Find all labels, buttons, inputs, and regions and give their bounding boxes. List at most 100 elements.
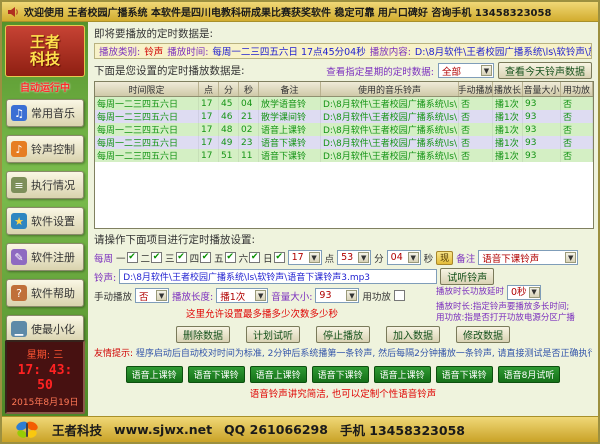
volume-select[interactable]: 93 ▼	[315, 288, 359, 303]
bell-icon: ♪	[11, 141, 27, 157]
day-checkbox[interactable]: ✔	[200, 252, 211, 263]
day-label: 二	[141, 251, 151, 265]
sidebar-item-software-settings[interactable]: ★ 软件设置	[6, 207, 84, 235]
table-header: 时间限定 点 分 秒 备注 使用的音乐铃声 手动播放 播放长 音量大小 用功放	[95, 82, 593, 97]
upcoming-heading: 即将要播放的定时数据是:	[94, 26, 592, 41]
delay-select[interactable]: 0秒▼	[507, 285, 541, 300]
quick-ring-button[interactable]: 语音上课铃	[374, 366, 431, 383]
plan-audition-button[interactable]: 计划试听	[246, 326, 300, 343]
cell-volume: 93	[523, 123, 561, 136]
second-select[interactable]: 04▼	[387, 250, 421, 265]
quick-ring-button[interactable]: 语音上课铃	[126, 366, 183, 383]
quick-ring-button[interactable]: 语音8月试听	[498, 366, 561, 383]
col-amp: 用功放	[561, 82, 593, 96]
logo-line2: 科技	[30, 51, 60, 68]
cell-manual: 否	[459, 149, 493, 162]
quick-ring-button[interactable]: 语音上课铃	[250, 366, 307, 383]
table-row[interactable]: 每周一二三四五六日 17 48 02 语音上课铃 D:\8月软件\王者校园广播系…	[95, 123, 593, 136]
cell-manual: 否	[459, 123, 493, 136]
chevron-down-icon: ▼	[529, 287, 540, 298]
cell-amp: 否	[561, 136, 593, 149]
ring-path-input[interactable]	[119, 269, 437, 284]
sidebar-item-label: 执行情况	[31, 177, 75, 193]
table-header-row: 下面是您设置的定时播放数据是: 查看指定星期的定时数据: 全部 ▼ 查看今天铃声…	[94, 62, 592, 79]
cell-minute: 49	[219, 136, 239, 149]
col-second: 秒	[239, 82, 259, 96]
amp-label: 用功放	[362, 289, 391, 303]
table-row[interactable]: 每周一二三四五六日 17 45 04 放学语音铃 D:\8月软件\王者校园广播系…	[95, 97, 593, 110]
length-select[interactable]: 播1次▼	[216, 288, 268, 303]
cell-minute: 45	[219, 97, 239, 110]
day-checkbox[interactable]: ✔	[151, 252, 162, 263]
sidebar-item-minimize[interactable]: ▁ 使最小化	[6, 315, 84, 343]
day-checkbox[interactable]: ✔	[176, 252, 187, 263]
day-group: 日✔	[263, 251, 285, 265]
table-row[interactable]: 每周一二三四五六日 17 46 21 散学课间铃 D:\8月软件\王者校园广播系…	[95, 110, 593, 123]
table-row[interactable]: 每周一二三四五六日 17 49 23 语音下课铃 D:\8月软件\王者校园广播系…	[95, 136, 593, 149]
sidebar-item-label: 软件设置	[31, 213, 75, 229]
cell-hour: 17	[199, 149, 219, 162]
manual-label: 手动播放	[94, 289, 132, 303]
friendly-tip: 友情提示: 程序启动后自动校对时间为标准, 2分钟后系统播第一条铃声, 然后每隔…	[94, 346, 592, 359]
volume-label: 音量大小:	[271, 289, 312, 303]
modify-data-button[interactable]: 修改数据	[456, 326, 510, 343]
day-label: 六	[239, 251, 249, 265]
table-row[interactable]: 每周一二三四五六日 17 51 11 语音下课铃 D:\8月软件\王者校园广播系…	[95, 149, 593, 162]
schedule-table: 时间限定 点 分 秒 备注 使用的音乐铃声 手动播放 播放长 音量大小 用功放 …	[94, 81, 594, 229]
weekday-row: 每周 一✔ 二✔ 三✔ 四✔ 五✔ 六✔ 日✔ 17▼ 点 53▼ 分 04▼ …	[94, 250, 592, 265]
upcoming-info-bar: 播放类别: 铃声 播放时间: 每周一二三四五六日 17点45分04秒 播放内容:…	[94, 43, 592, 59]
set-now-button[interactable]: 现	[436, 251, 453, 265]
chevron-down-icon: ▼	[408, 252, 419, 263]
col-minute: 分	[219, 82, 239, 96]
cell-hour: 17	[199, 123, 219, 136]
day-checkbox[interactable]: ✔	[127, 252, 138, 263]
view-today-button[interactable]: 查看今天铃声数据	[498, 62, 592, 79]
cell-manual: 否	[459, 110, 493, 123]
add-data-button[interactable]: 加入数据	[386, 326, 440, 343]
quick-ring-button[interactable]: 语音下课铃	[312, 366, 369, 383]
delete-data-button[interactable]: 删除数据	[176, 326, 230, 343]
auto-run-status: 自动运行中	[5, 79, 85, 94]
stop-play-button[interactable]: 停止播放	[316, 326, 370, 343]
manual-select[interactable]: 否▼	[135, 288, 169, 303]
action-buttons-row: 删除数据 计划试听 停止播放 加入数据 修改数据	[94, 326, 592, 343]
cell-amp: 否	[561, 110, 593, 123]
hour-select[interactable]: 17▼	[288, 250, 322, 265]
sidebar-item-label: 软件帮助	[31, 285, 75, 301]
sidebar-item-common-music[interactable]: ♫ 常用音乐	[6, 99, 84, 127]
day-checkbox[interactable]: ✔	[249, 252, 260, 263]
delay-label: 播放时长功放延时	[436, 287, 504, 298]
day-group: 二✔	[141, 251, 163, 265]
titlebar-text: 欢迎使用 王者校园广播系统 本软件是四川电教科研成果比赛获奖软件 稳定可靠 用户…	[24, 4, 551, 19]
footer-website[interactable]: www.sjwx.net	[114, 422, 212, 437]
amp-checkbox[interactable]	[394, 290, 405, 301]
quick-ring-button[interactable]: 语音下课铃	[188, 366, 245, 383]
sidebar-item-ring-control[interactable]: ♪ 铃声控制	[6, 135, 84, 163]
day-label: 五	[214, 251, 224, 265]
sidebar-item-software-help[interactable]: ? 软件帮助	[6, 279, 84, 307]
chevron-down-icon: ▼	[309, 252, 320, 263]
minute-select[interactable]: 53▼	[337, 250, 371, 265]
footer-phone: 手机 13458323058	[340, 420, 465, 439]
day-checkbox[interactable]: ✔	[225, 252, 236, 263]
cell-music: D:\8月软件\王者校园广播系统\ls\	[321, 123, 459, 136]
day-checkbox[interactable]: ✔	[274, 252, 285, 263]
sidebar-item-software-register[interactable]: ✎ 软件注册	[6, 243, 84, 271]
day-label: 日	[263, 251, 273, 265]
quick-ring-button[interactable]: 语音下课铃	[436, 366, 493, 383]
delay-row: 播放时长功放延时 0秒▼	[436, 285, 592, 300]
col-volume: 音量大小	[523, 82, 561, 96]
tip-text: 程序启动后自动校对时间为标准, 2分钟后系统播第一条铃声, 然后每隔2分钟播放一…	[136, 349, 592, 359]
chevron-down-icon: ▼	[565, 252, 576, 263]
length-value: 播1次	[220, 289, 245, 303]
chevron-down-icon: ▼	[346, 290, 357, 301]
sidebar-item-execution-status[interactable]: ≡ 执行情况	[6, 171, 84, 199]
volume-value: 93	[319, 290, 331, 301]
weekday-filter-select[interactable]: 全部 ▼	[438, 63, 494, 78]
delay-value: 0秒	[511, 287, 527, 299]
quick-ring-buttons: 语音上课铃 语音下课铃 语音上课铃 语音下课铃 语音上课铃 语音下课铃 语音8月…	[94, 366, 592, 383]
audition-ring-button[interactable]: 试听铃声	[440, 268, 494, 285]
col-length: 播放长	[493, 82, 523, 96]
note-select[interactable]: 语音下课铃声▼	[478, 250, 578, 265]
cell-minute: 46	[219, 110, 239, 123]
